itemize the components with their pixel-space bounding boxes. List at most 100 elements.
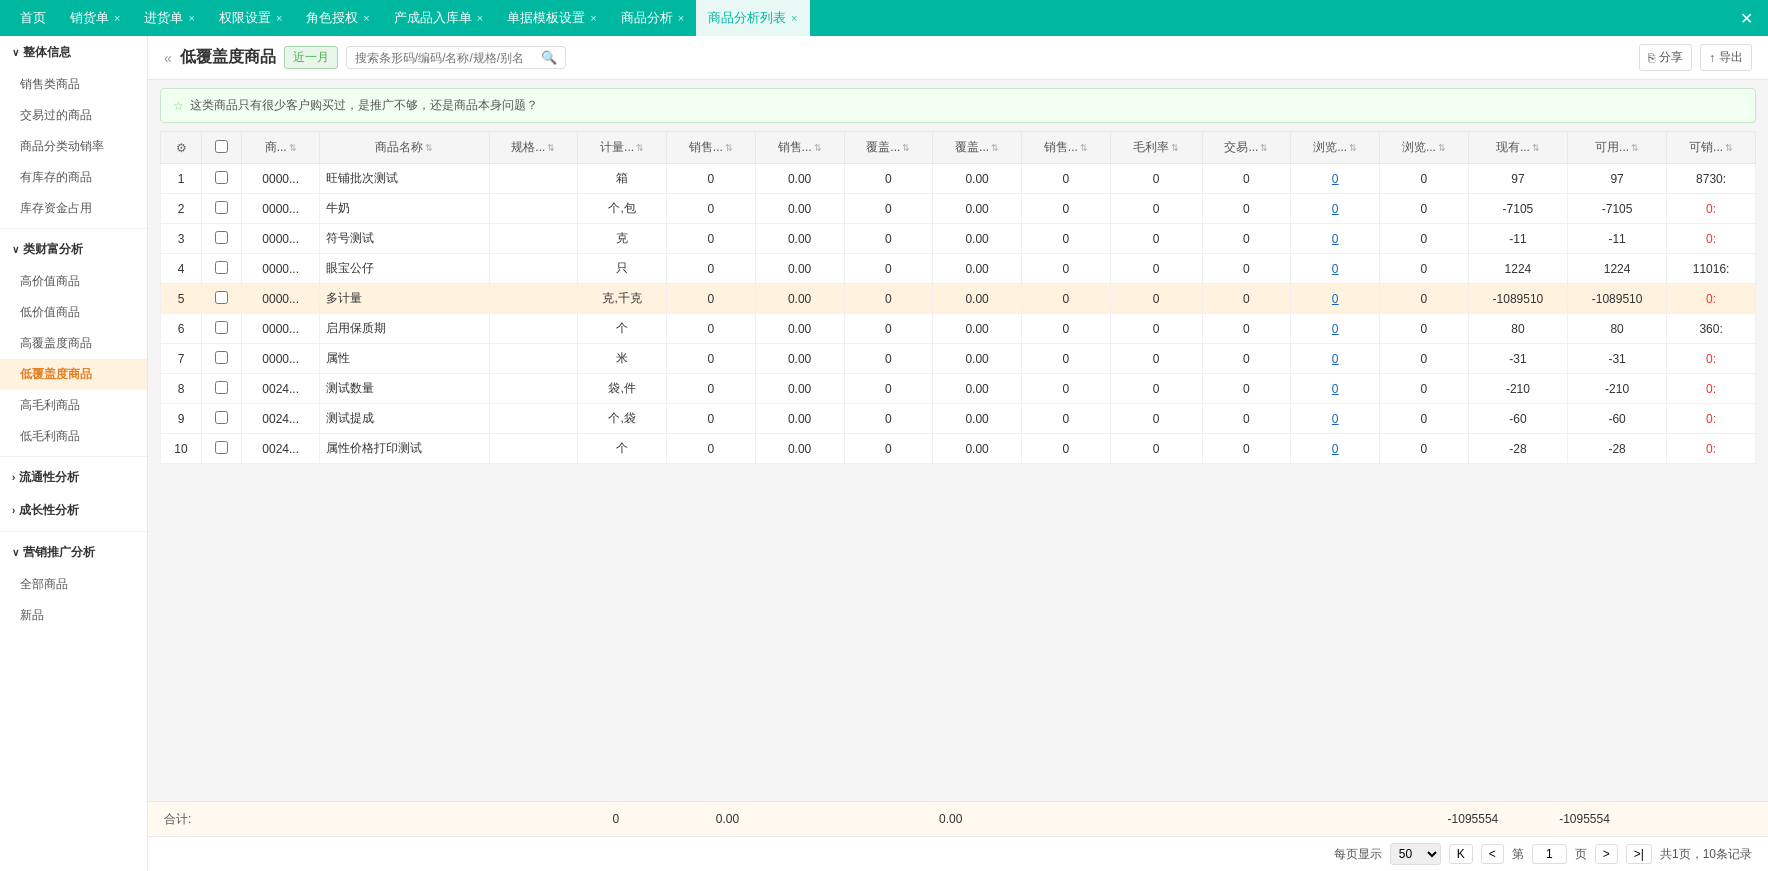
row-select-checkbox[interactable] — [215, 321, 228, 334]
row-browse1[interactable]: 0 — [1291, 224, 1380, 254]
sidebar-item-low-gross[interactable]: 低毛利商品 — [0, 421, 147, 452]
row-select-checkbox[interactable] — [215, 351, 228, 364]
row-checkbox[interactable] — [202, 284, 242, 314]
row-select-checkbox[interactable] — [215, 171, 228, 184]
cover2-column-header[interactable]: 覆盖...⇅ — [933, 132, 1022, 164]
row-checkbox[interactable] — [202, 164, 242, 194]
sales1-column-header[interactable]: 销售...⇅ — [667, 132, 756, 164]
nav-close-icon[interactable]: × — [678, 12, 684, 24]
row-browse1[interactable]: 0 — [1291, 434, 1380, 464]
row-select-checkbox[interactable] — [215, 441, 228, 454]
select-all-checkbox[interactable] — [215, 140, 228, 153]
sidebar-item-new-goods[interactable]: 新品 — [0, 600, 147, 631]
settings-column-header[interactable]: ⚙ — [161, 132, 202, 164]
sales2-column-header[interactable]: 销售...⇅ — [755, 132, 844, 164]
nav-close-icon[interactable]: × — [114, 12, 120, 24]
info-banner: ☆ 这类商品只有很少客户购买过，是推广不够，还是商品本身问题？ — [160, 88, 1756, 123]
nav-home[interactable]: 首页 — [8, 0, 58, 36]
row-browse1[interactable]: 0 — [1291, 314, 1380, 344]
row-browse1[interactable]: 0 — [1291, 374, 1380, 404]
sidebar-section-growth[interactable]: › 成长性分析 — [0, 494, 147, 527]
sidebar-item-low-value[interactable]: 低价值商品 — [0, 297, 147, 328]
nav-close-icon[interactable]: × — [791, 12, 797, 24]
row-browse1[interactable]: 0 — [1291, 194, 1380, 224]
nav-template[interactable]: 单据模板设置 × — [495, 0, 608, 36]
cover1-column-header[interactable]: 覆盖...⇅ — [844, 132, 933, 164]
row-checkbox[interactable] — [202, 194, 242, 224]
row-browse1[interactable]: 0 — [1291, 344, 1380, 374]
row-cover2: 0.00 — [933, 344, 1022, 374]
sidebar-section-wealth[interactable]: ∨ 类财富分析 — [0, 233, 147, 266]
nav-sales-order[interactable]: 销货单 × — [58, 0, 132, 36]
nav-close-icon[interactable]: × — [188, 12, 194, 24]
nav-role[interactable]: 角色授权 × — [294, 0, 381, 36]
trade-column-header[interactable]: 交易...⇅ — [1202, 132, 1291, 164]
row-browse1[interactable]: 0 — [1291, 164, 1380, 194]
sidebar-section-liquidity[interactable]: › 流通性分析 — [0, 461, 147, 494]
nav-product-analysis[interactable]: 商品分析 × — [609, 0, 696, 36]
row-select-checkbox[interactable] — [215, 381, 228, 394]
row-checkbox[interactable] — [202, 254, 242, 284]
checkbox-column-header[interactable] — [202, 132, 242, 164]
nav-product-storage[interactable]: 产成品入库单 × — [382, 0, 495, 36]
search-input[interactable] — [355, 51, 541, 65]
row-checkbox[interactable] — [202, 404, 242, 434]
sidebar-item-low-coverage[interactable]: 低覆盖度商品 — [0, 359, 147, 390]
sidebar-section-marketing[interactable]: ∨ 营销推广分析 — [0, 536, 147, 569]
row-name: 眼宝公仔 — [319, 254, 489, 284]
sidebar-item-stock-capital[interactable]: 库存资金占用 — [0, 193, 147, 224]
share-button[interactable]: ⎘ 分享 — [1639, 44, 1692, 71]
row-select-checkbox[interactable] — [215, 261, 228, 274]
sidebar-section-overall[interactable]: ∨ 整体信息 — [0, 36, 147, 69]
row-browse1[interactable]: 0 — [1291, 404, 1380, 434]
prev-page-button[interactable]: < — [1481, 844, 1504, 864]
sales3-column-header[interactable]: 销售...⇅ — [1022, 132, 1111, 164]
nav-close-icon[interactable]: × — [590, 12, 596, 24]
window-close-button[interactable]: ✕ — [1732, 4, 1760, 32]
sidebar-item-high-value[interactable]: 高价值商品 — [0, 266, 147, 297]
export-button[interactable]: ↑ 导出 — [1700, 44, 1752, 71]
next-page-button[interactable]: > — [1595, 844, 1618, 864]
row-browse1[interactable]: 0 — [1291, 284, 1380, 314]
row-current: -7105 — [1468, 194, 1567, 224]
nav-close-icon[interactable]: × — [477, 12, 483, 24]
row-checkbox[interactable] — [202, 374, 242, 404]
page-size-select[interactable]: 50 20 100 — [1390, 843, 1441, 865]
page-number-input[interactable] — [1532, 844, 1567, 864]
browse1-column-header[interactable]: 浏览...⇅ — [1291, 132, 1380, 164]
nav-permission[interactable]: 权限设置 × — [207, 0, 294, 36]
nav-close-icon[interactable]: × — [363, 12, 369, 24]
nav-product-analysis-list[interactable]: 商品分析列表 × — [696, 0, 809, 36]
gross-margin-column-header[interactable]: 毛利率⇅ — [1110, 132, 1202, 164]
sidebar-item-traded-goods[interactable]: 交易过的商品 — [0, 100, 147, 131]
row-select-checkbox[interactable] — [215, 201, 228, 214]
sidebar-item-category-sales-rate[interactable]: 商品分类动销率 — [0, 131, 147, 162]
row-select-checkbox[interactable] — [215, 231, 228, 244]
row-checkbox[interactable] — [202, 224, 242, 254]
browse2-column-header[interactable]: 浏览...⇅ — [1380, 132, 1469, 164]
row-select-checkbox[interactable] — [215, 411, 228, 424]
row-checkbox[interactable] — [202, 344, 242, 374]
sidebar-item-high-coverage[interactable]: 高覆盖度商品 — [0, 328, 147, 359]
sidebar-item-high-gross[interactable]: 高毛利商品 — [0, 390, 147, 421]
available-column-header[interactable]: 可用...⇅ — [1568, 132, 1667, 164]
name-column-header[interactable]: 商品名称⇅ — [319, 132, 489, 164]
row-browse1[interactable]: 0 — [1291, 254, 1380, 284]
spec-column-header[interactable]: 规格...⇅ — [489, 132, 578, 164]
sidebar-item-sales-goods[interactable]: 销售类商品 — [0, 69, 147, 100]
nav-close-icon[interactable]: × — [276, 12, 282, 24]
unit-column-header[interactable]: 计量...⇅ — [578, 132, 667, 164]
row-checkbox[interactable] — [202, 434, 242, 464]
saleable-column-header[interactable]: 可销...⇅ — [1667, 132, 1756, 164]
current-column-header[interactable]: 现有...⇅ — [1468, 132, 1567, 164]
last-page-button[interactable]: >| — [1626, 844, 1652, 864]
collapse-sidebar-button[interactable]: « — [164, 50, 172, 66]
date-filter-button[interactable]: 近一月 — [284, 46, 338, 69]
nav-purchase-order[interactable]: 进货单 × — [132, 0, 206, 36]
row-select-checkbox[interactable] — [215, 291, 228, 304]
sidebar-item-stock-goods[interactable]: 有库存的商品 — [0, 162, 147, 193]
code-column-header[interactable]: 商...⇅ — [242, 132, 319, 164]
row-checkbox[interactable] — [202, 314, 242, 344]
sidebar-item-all-goods[interactable]: 全部商品 — [0, 569, 147, 600]
first-page-button[interactable]: K — [1449, 844, 1473, 864]
